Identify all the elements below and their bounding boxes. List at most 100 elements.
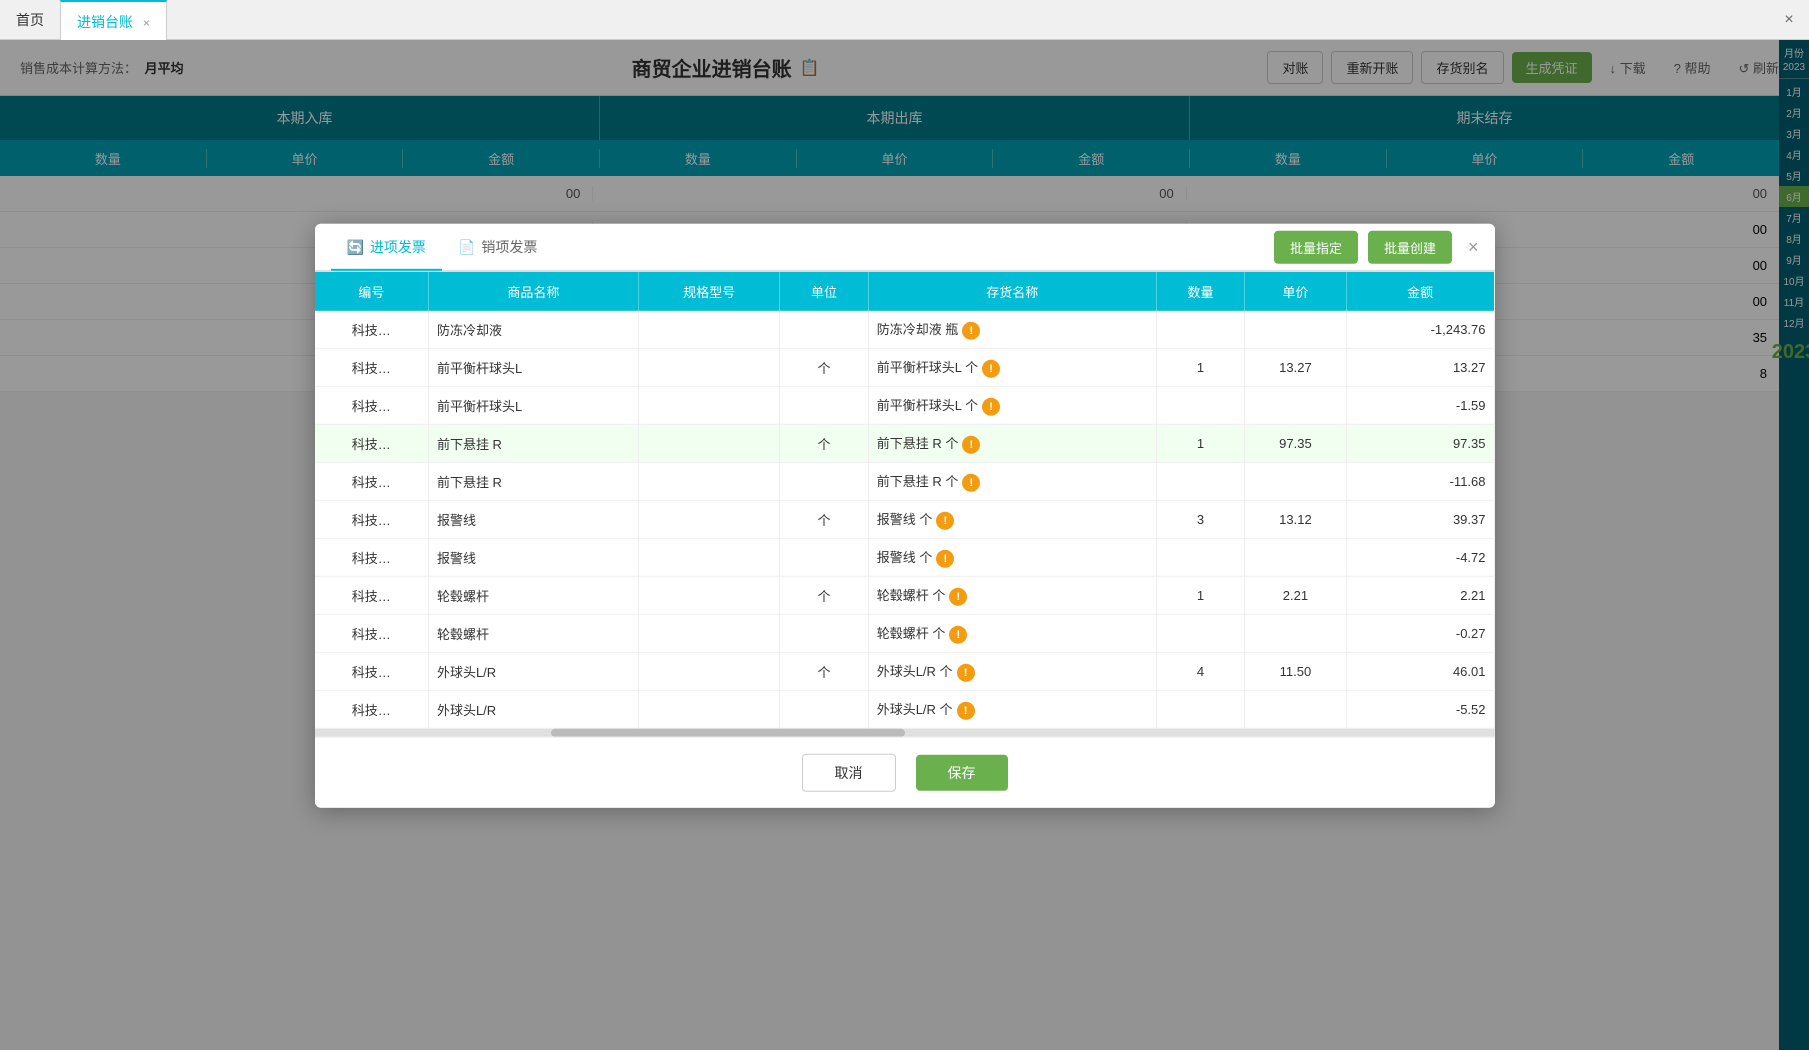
invoice-dialog: 🔄 进项发票 📄 销项发票 批量指定 批量创建 × 编号 商品名称 规格型号 — [315, 224, 1495, 808]
cell-id: 科技… — [315, 462, 429, 500]
batch-assign-button[interactable]: 批量指定 — [1274, 230, 1358, 263]
warning-icon: ! — [957, 664, 975, 682]
warning-icon: ! — [962, 322, 980, 340]
cell-inventory: 前平衡杆球头L 个! — [868, 386, 1156, 424]
cell-id: 科技… — [315, 311, 429, 349]
cell-unit: 个 — [780, 348, 868, 386]
table-row[interactable]: 科技… 前下悬挂 R 前下悬挂 R 个! -11.68 — [315, 462, 1495, 500]
cell-spec — [638, 652, 780, 690]
cell-id: 科技… — [315, 652, 429, 690]
cell-amount: -1.59 — [1346, 386, 1494, 424]
cell-price — [1245, 462, 1347, 500]
main-background: 销售成本计算方法： 月平均 商贸企业进销台账 📋 对账 重新开账 存货别名 生成… — [0, 40, 1809, 1050]
cell-id: 科技… — [315, 500, 429, 538]
batch-create-button[interactable]: 批量创建 — [1368, 230, 1452, 263]
cell-unit: 个 — [780, 424, 868, 462]
cell-unit: 个 — [780, 500, 868, 538]
cell-qty: 1 — [1156, 576, 1244, 614]
warning-icon: ! — [962, 436, 980, 454]
warning-icon: ! — [957, 702, 975, 720]
table-row[interactable]: 科技… 前平衡杆球头L 前平衡杆球头L 个! -1.59 — [315, 386, 1495, 424]
col-header-name: 商品名称 — [428, 272, 638, 311]
tab-outbound-invoice[interactable]: 📄 销项发票 — [442, 225, 553, 271]
cell-qty: 3 — [1156, 500, 1244, 538]
invoice-table: 编号 商品名称 规格型号 单位 存货名称 数量 单价 金额 科技… 防冻冷却液 … — [315, 272, 1495, 729]
cancel-button[interactable]: 取消 — [802, 754, 896, 792]
dialog-scrollbar-thumb[interactable] — [551, 729, 905, 737]
table-row[interactable]: 科技… 报警线 报警线 个! -4.72 — [315, 538, 1495, 576]
dialog-close-button[interactable]: × — [1468, 236, 1479, 257]
warning-icon: ! — [936, 550, 954, 568]
cell-amount: 13.27 — [1346, 348, 1494, 386]
warning-icon: ! — [949, 588, 967, 606]
cell-price — [1245, 614, 1347, 652]
dialog-scrollbar[interactable] — [315, 729, 1495, 737]
cell-price — [1245, 690, 1347, 728]
cell-amount: -11.68 — [1346, 462, 1494, 500]
cell-id: 科技… — [315, 690, 429, 728]
cell-qty: 4 — [1156, 652, 1244, 690]
cell-name: 报警线 — [428, 500, 638, 538]
dialog-header-actions: 批量指定 批量创建 — [1274, 230, 1452, 263]
tab-inbound-invoice[interactable]: 🔄 进项发票 — [331, 225, 442, 271]
cell-spec — [638, 614, 780, 652]
tab-ledger[interactable]: 进销台账 × — [60, 0, 167, 40]
col-header-spec: 规格型号 — [638, 272, 780, 311]
table-row[interactable]: 科技… 前下悬挂 R 个 前下悬挂 R 个! 1 97.35 97.35 — [315, 424, 1495, 462]
cell-id: 科技… — [315, 614, 429, 652]
cell-unit: 个 — [780, 652, 868, 690]
tab-home[interactable]: 首页 — [0, 0, 60, 40]
col-header-inventory: 存货名称 — [868, 272, 1156, 311]
cell-name: 外球头L/R — [428, 652, 638, 690]
cell-qty: 1 — [1156, 424, 1244, 462]
table-row[interactable]: 科技… 前平衡杆球头L 个 前平衡杆球头L 个! 1 13.27 13.27 — [315, 348, 1495, 386]
cell-id: 科技… — [315, 348, 429, 386]
table-row[interactable]: 科技… 外球头L/R 个 外球头L/R 个! 4 11.50 46.01 — [315, 652, 1495, 690]
cell-unit — [780, 690, 868, 728]
cell-spec — [638, 311, 780, 349]
cell-price — [1245, 538, 1347, 576]
tab-close-icon[interactable]: × — [143, 16, 150, 30]
table-row[interactable]: 科技… 防冻冷却液 防冻冷却液 瓶! -1,243.76 — [315, 311, 1495, 349]
tab-bar: 首页 进销台账 × × — [0, 0, 1809, 40]
cell-inventory: 前平衡杆球头L 个! — [868, 348, 1156, 386]
table-row[interactable]: 科技… 外球头L/R 外球头L/R 个! -5.52 — [315, 690, 1495, 728]
cell-name: 轮毂螺杆 — [428, 576, 638, 614]
cell-name: 前下悬挂 R — [428, 462, 638, 500]
table-row[interactable]: 科技… 报警线 个 报警线 个! 3 13.12 39.37 — [315, 500, 1495, 538]
cell-spec — [638, 500, 780, 538]
cell-amount: 39.37 — [1346, 500, 1494, 538]
cell-spec — [638, 386, 780, 424]
cell-inventory: 轮毂螺杆 个! — [868, 576, 1156, 614]
cell-id: 科技… — [315, 424, 429, 462]
warning-icon: ! — [982, 360, 1000, 378]
outbound-icon: 📄 — [458, 238, 475, 255]
warning-icon: ! — [949, 626, 967, 644]
cell-id: 科技… — [315, 386, 429, 424]
cell-name: 防冻冷却液 — [428, 311, 638, 349]
save-button[interactable]: 保存 — [916, 755, 1008, 791]
cell-price: 11.50 — [1245, 652, 1347, 690]
col-header-qty: 数量 — [1156, 272, 1244, 311]
cell-unit: 个 — [780, 576, 868, 614]
cell-amount: -4.72 — [1346, 538, 1494, 576]
cell-amount: -5.52 — [1346, 690, 1494, 728]
dialog-header: 🔄 进项发票 📄 销项发票 批量指定 批量创建 × — [315, 224, 1495, 272]
cell-inventory: 前下悬挂 R 个! — [868, 424, 1156, 462]
cell-name: 报警线 — [428, 538, 638, 576]
cell-amount: 46.01 — [1346, 652, 1494, 690]
cell-unit — [780, 462, 868, 500]
table-row[interactable]: 科技… 轮毂螺杆 个 轮毂螺杆 个! 1 2.21 2.21 — [315, 576, 1495, 614]
table-header-row: 编号 商品名称 规格型号 单位 存货名称 数量 单价 金额 — [315, 272, 1495, 311]
window-close-button[interactable]: × — [1769, 0, 1809, 40]
cell-unit — [780, 386, 868, 424]
warning-icon: ! — [936, 512, 954, 530]
table-row[interactable]: 科技… 轮毂螺杆 轮毂螺杆 个! -0.27 — [315, 614, 1495, 652]
cell-price: 2.21 — [1245, 576, 1347, 614]
col-header-id: 编号 — [315, 272, 429, 311]
cell-inventory: 防冻冷却液 瓶! — [868, 311, 1156, 349]
cell-inventory: 外球头L/R 个! — [868, 652, 1156, 690]
cell-unit — [780, 538, 868, 576]
cell-name: 轮毂螺杆 — [428, 614, 638, 652]
cell-inventory: 报警线 个! — [868, 500, 1156, 538]
